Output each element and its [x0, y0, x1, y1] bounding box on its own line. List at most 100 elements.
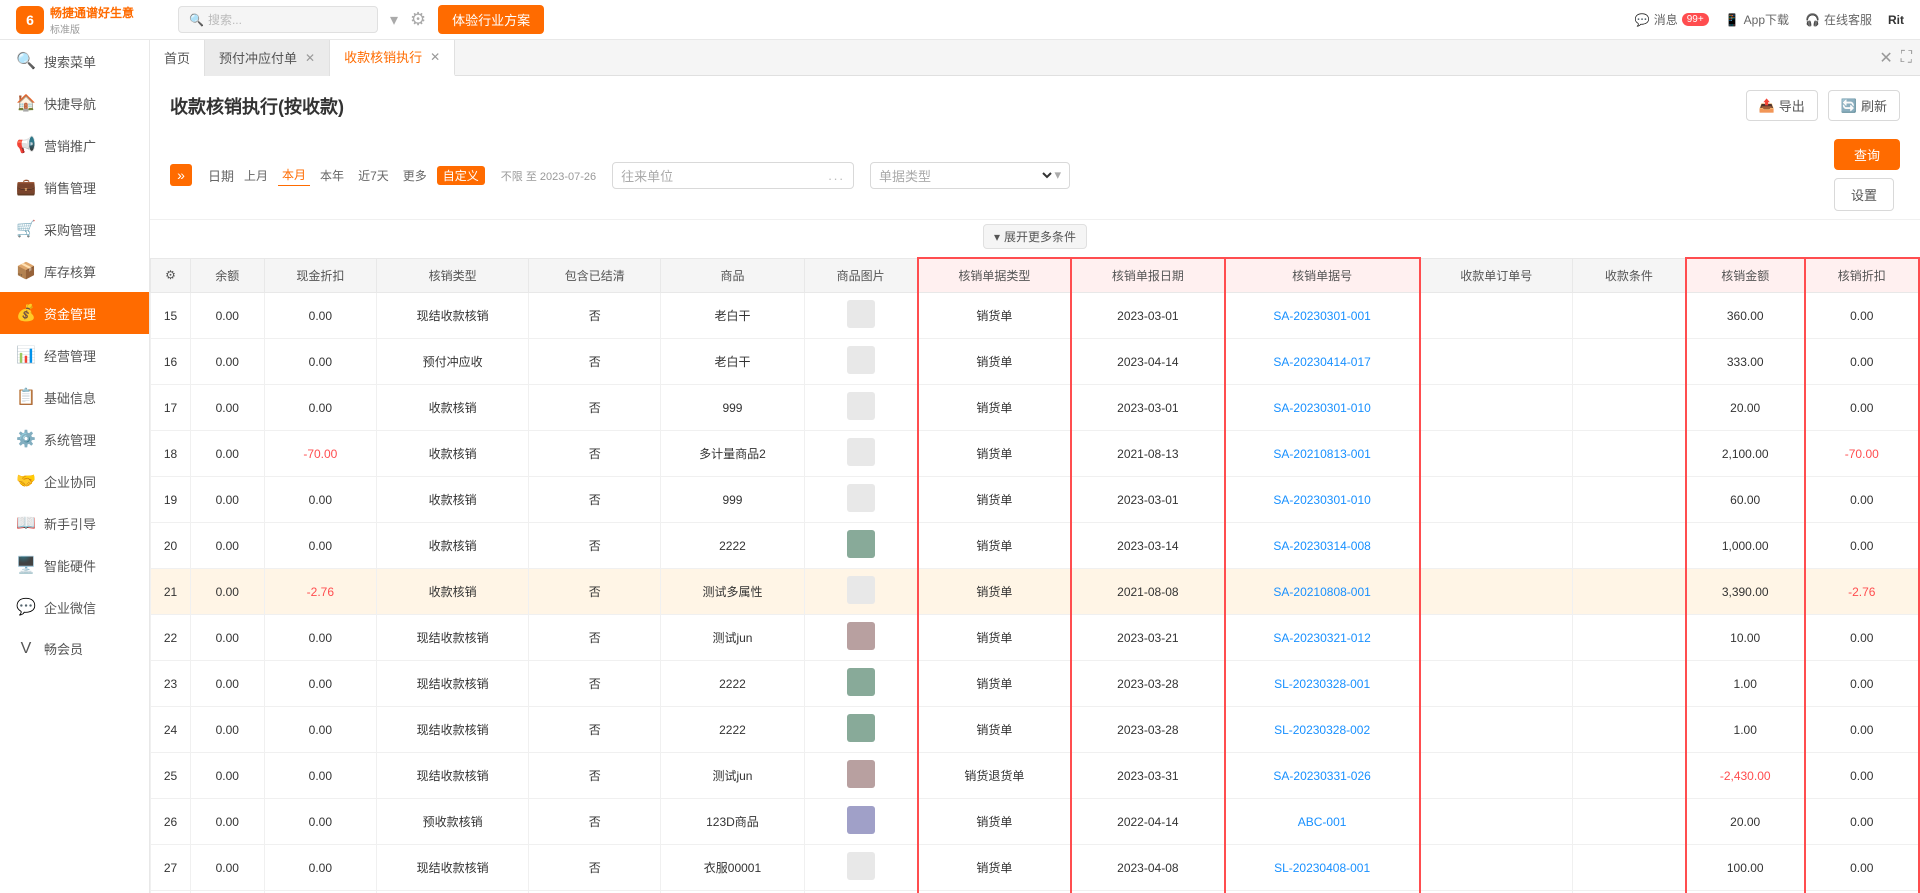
- td-cancel-discount: 0.00: [1805, 799, 1919, 845]
- date-opt-this-year[interactable]: 本年: [316, 165, 348, 186]
- td-cancel-bill-no[interactable]: SA-20230301-001: [1225, 293, 1420, 339]
- sidebar-item-wechat[interactable]: 💬 企业微信: [0, 586, 149, 628]
- from-unit-dots[interactable]: ...: [828, 168, 845, 183]
- tab-prepay-close[interactable]: ✕: [305, 51, 315, 65]
- sidebar-item-hardware[interactable]: 🖥️ 智能硬件: [0, 544, 149, 586]
- sidebar-label-hardware: 智能硬件: [44, 556, 96, 575]
- logo-title: 畅捷通谱好生意: [50, 4, 134, 21]
- td-cancel-bill-no[interactable]: SA-20230331-026: [1225, 753, 1420, 799]
- tab-prepay[interactable]: 预付冲应付单 ✕: [205, 40, 330, 76]
- td-id: 15: [151, 293, 191, 339]
- notification-item[interactable]: 💬 消息 99+: [1635, 11, 1709, 28]
- page-content: 收款核销执行(按收款) 📤 导出 🔄 刷新 » 日期 上月: [150, 76, 1920, 893]
- td-cancel-amount: 60.00: [1686, 477, 1805, 523]
- td-goods: 多计量商品2: [661, 431, 804, 477]
- sidebar-item-search[interactable]: 🔍 搜索菜单: [0, 40, 149, 82]
- main-table: ⚙ 余额 现金折扣 核销类型 包含已结清 商品 商品图片 核销单据类型 核销单报…: [150, 257, 1920, 893]
- export-btn[interactable]: 📤 导出: [1746, 90, 1818, 121]
- table-row: 16 0.00 0.00 预付冲应收 否 老白干 销货单 2023-04-14 …: [151, 339, 1920, 385]
- table-row: 20 0.00 0.00 收款核销 否 2222 销货单 2023-03-14 …: [151, 523, 1920, 569]
- cancel-bill-link[interactable]: SA-20210808-001: [1273, 585, 1370, 599]
- td-id: 17: [151, 385, 191, 431]
- date-opt-this-month[interactable]: 本月: [278, 164, 310, 186]
- query-btn[interactable]: 查询: [1834, 139, 1900, 170]
- td-cash-discount: 0.00: [264, 339, 377, 385]
- td-cancel-amount: 333.00: [1686, 339, 1805, 385]
- td-cancel-bill-no[interactable]: SA-20230321-012: [1225, 615, 1420, 661]
- top-search-box[interactable]: 🔍 搜索...: [178, 6, 378, 33]
- th-cancel-bill-type: 核销单据类型: [918, 258, 1072, 293]
- user-name[interactable]: Rit: [1888, 13, 1904, 27]
- cancel-bill-link[interactable]: SA-20230301-010: [1273, 401, 1370, 415]
- sidebar-item-system[interactable]: ⚙️ 系统管理: [0, 418, 149, 460]
- tab-collection[interactable]: 收款核销执行 ✕: [330, 40, 455, 76]
- online-service-label: 在线客服: [1824, 11, 1872, 28]
- sidebar-item-finance[interactable]: 💰 资金管理: [0, 292, 149, 334]
- cancel-bill-link[interactable]: SA-20230301-001: [1273, 309, 1370, 323]
- date-opt-7days[interactable]: 近7天: [354, 165, 393, 186]
- sidebar-item-member[interactable]: V 畅会员: [0, 628, 149, 669]
- td-cancel-bill-no[interactable]: SA-20210808-001: [1225, 569, 1420, 615]
- settings-icon-top[interactable]: ⚙: [410, 9, 426, 30]
- tab-home[interactable]: 首页: [150, 40, 205, 76]
- search-placeholder: 搜索...: [208, 11, 242, 28]
- td-cancel-bill-no[interactable]: SL-20230328-002: [1225, 707, 1420, 753]
- cancel-bill-link[interactable]: SA-20230414-017: [1273, 355, 1370, 369]
- table-row: 25 0.00 0.00 现结收款核销 否 测试jun 销货退货单 2023-0…: [151, 753, 1920, 799]
- td-cancel-bill-no[interactable]: SA-20230314-008: [1225, 523, 1420, 569]
- sidebar-item-inventory[interactable]: 📦 库存核算: [0, 250, 149, 292]
- close-window-icon[interactable]: ✕: [1879, 48, 1892, 68]
- cancel-bill-link[interactable]: SA-20230301-010: [1273, 493, 1370, 507]
- td-cancel-type: 收款核销: [377, 431, 529, 477]
- sidebar-item-marketing[interactable]: 📢 营销推广: [0, 124, 149, 166]
- cancel-bill-link[interactable]: SL-20230408-001: [1274, 861, 1370, 875]
- bill-type-select[interactable]: [931, 167, 1054, 183]
- dropdown-arrow[interactable]: ▾: [390, 10, 398, 30]
- cancel-bill-link[interactable]: SA-20230321-012: [1273, 631, 1370, 645]
- sidebar-item-collab[interactable]: 🤝 企业协同: [0, 460, 149, 502]
- date-opt-more[interactable]: 更多: [399, 165, 431, 186]
- td-receipt-order-no: [1420, 707, 1573, 753]
- marketing-icon: 📢: [16, 135, 36, 155]
- cancel-bill-link[interactable]: ABC-001: [1298, 815, 1347, 829]
- td-cancel-bill-no[interactable]: SA-20230301-010: [1225, 477, 1420, 523]
- cancel-bill-link[interactable]: SA-20230314-008: [1273, 539, 1370, 553]
- td-cancel-bill-no[interactable]: SA-20230301-010: [1225, 385, 1420, 431]
- td-include-settled: 否: [529, 845, 661, 891]
- table-row: 15 0.00 0.00 现结收款核销 否 老白干 销货单 2023-03-01…: [151, 293, 1920, 339]
- sidebar-label-system: 系统管理: [44, 430, 96, 449]
- td-goods-img: [804, 569, 918, 615]
- td-cancel-bill-no[interactable]: SL-20230408-001: [1225, 845, 1420, 891]
- sidebar-item-sales[interactable]: 💼 销售管理: [0, 166, 149, 208]
- refresh-btn[interactable]: 🔄 刷新: [1828, 90, 1900, 121]
- sidebar-item-guide[interactable]: 📖 新手引导: [0, 502, 149, 544]
- online-service-item[interactable]: 🎧 在线客服: [1805, 11, 1872, 28]
- td-cancel-bill-no[interactable]: SA-20210813-001: [1225, 431, 1420, 477]
- maximize-icon[interactable]: ⛶: [1901, 49, 1912, 67]
- td-include-settled: 否: [529, 431, 661, 477]
- industry-btn[interactable]: 体验行业方案: [438, 5, 544, 34]
- date-custom-btn[interactable]: 自定义: [437, 166, 485, 185]
- from-unit-input[interactable]: [673, 168, 828, 182]
- cancel-bill-link[interactable]: SL-20230328-002: [1274, 723, 1370, 737]
- td-goods-img: [804, 845, 918, 891]
- setting-btn[interactable]: 设置: [1834, 178, 1894, 211]
- td-cancel-bill-no[interactable]: SA-20230414-017: [1225, 339, 1420, 385]
- sidebar-item-basic[interactable]: 📋 基础信息: [0, 376, 149, 418]
- expand-more-btn[interactable]: ▾ 展开更多条件: [983, 224, 1087, 249]
- app-download-item[interactable]: 📱 App下载: [1725, 11, 1789, 28]
- filter-toggle-btn[interactable]: »: [170, 164, 192, 186]
- cancel-bill-link[interactable]: SA-20230331-026: [1273, 769, 1370, 783]
- sidebar-item-operation[interactable]: 📊 经营管理: [0, 334, 149, 376]
- td-cancel-bill-no[interactable]: SL-20230328-001: [1225, 661, 1420, 707]
- date-opt-last-month[interactable]: 上月: [240, 165, 272, 186]
- td-receipt-cond: [1572, 707, 1686, 753]
- td-cancel-bill-no[interactable]: ABC-001: [1225, 799, 1420, 845]
- th-settings[interactable]: ⚙: [151, 258, 191, 293]
- cancel-bill-link[interactable]: SA-20210813-001: [1273, 447, 1370, 461]
- sidebar-item-nav[interactable]: 🏠 快捷导航: [0, 82, 149, 124]
- tab-collection-close[interactable]: ✕: [430, 50, 440, 64]
- sidebar-item-purchase[interactable]: 🛒 采购管理: [0, 208, 149, 250]
- cancel-bill-link[interactable]: SL-20230328-001: [1274, 677, 1370, 691]
- td-balance: 0.00: [191, 845, 265, 891]
